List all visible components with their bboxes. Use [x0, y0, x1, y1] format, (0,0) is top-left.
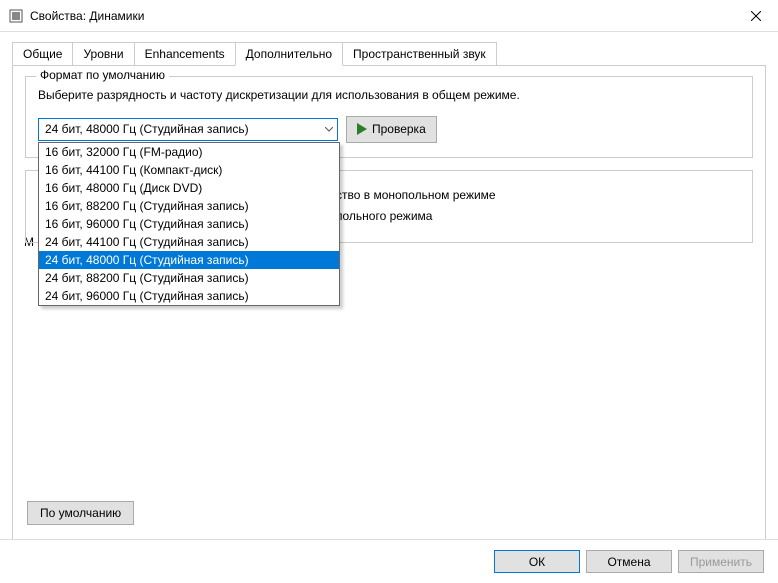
combobox-selected-text: 24 бит, 48000 Гц (Студийная запись) — [45, 122, 249, 136]
chevron-down-icon — [325, 124, 333, 134]
tab-enhancements[interactable]: Enhancements — [134, 42, 236, 66]
legend-default-format: Формат по умолчанию — [36, 68, 169, 82]
play-icon — [357, 123, 367, 135]
tab-content-advanced: Формат по умолчанию Выберите разрядность… — [12, 65, 766, 540]
tab-spatial[interactable]: Пространственный звук — [342, 42, 497, 66]
dropdown-option[interactable]: 24 бит, 44100 Гц (Студийная запись) — [39, 233, 339, 251]
close-button[interactable] — [733, 1, 778, 31]
dropdown-option[interactable]: 16 бит, 96000 Гц (Студийная запись) — [39, 215, 339, 233]
restore-defaults-button[interactable]: По умолчанию — [27, 501, 134, 525]
dropdown-option[interactable]: 16 бит, 48000 Гц (Диск DVD) — [39, 179, 339, 197]
dropdown-option[interactable]: 16 бит, 88200 Гц (Студийная запись) — [39, 197, 339, 215]
dropdown-option[interactable]: 24 бит, 96000 Гц (Студийная запись) — [39, 287, 339, 305]
tab-advanced[interactable]: Дополнительно — [235, 42, 343, 66]
dialog-footer: ОК Отмена Применить — [0, 539, 778, 583]
dropdown-option[interactable]: 16 бит, 32000 Гц (FM-радио) — [39, 143, 339, 161]
format-description: Выберите разрядность и частоту дискретиз… — [38, 87, 740, 104]
tab-bar: Общие Уровни Enhancements Дополнительно … — [0, 32, 778, 66]
fieldset-default-format: Формат по умолчанию Выберите разрядность… — [25, 76, 753, 158]
test-button[interactable]: Проверка — [346, 116, 437, 143]
window-title: Свойства: Динамики — [30, 9, 733, 23]
app-icon — [8, 8, 24, 24]
dropdown-option[interactable]: 16 бит, 44100 Гц (Компакт-диск) — [39, 161, 339, 179]
test-button-label: Проверка — [372, 122, 426, 136]
ok-button[interactable]: ОК — [494, 550, 580, 573]
exclusive-line-1: ство в монопольном режиме — [336, 185, 740, 207]
titlebar: Свойства: Динамики — [0, 0, 778, 32]
tab-general[interactable]: Общие — [12, 42, 73, 66]
tab-levels[interactable]: Уровни — [72, 42, 134, 66]
dropdown-option[interactable]: 24 бит, 48000 Гц (Студийная запись) — [39, 251, 339, 269]
exclusive-line-2: польного режима — [336, 206, 740, 228]
cancel-button[interactable]: Отмена — [586, 550, 672, 573]
format-combobox[interactable]: 24 бит, 48000 Гц (Студийная запись) 16 б… — [38, 118, 338, 141]
dropdown-option[interactable]: 24 бит, 88200 Гц (Студийная запись) — [39, 269, 339, 287]
format-dropdown-list: 16 бит, 32000 Гц (FM-радио) 16 бит, 4410… — [38, 142, 340, 306]
apply-button[interactable]: Применить — [678, 550, 764, 573]
